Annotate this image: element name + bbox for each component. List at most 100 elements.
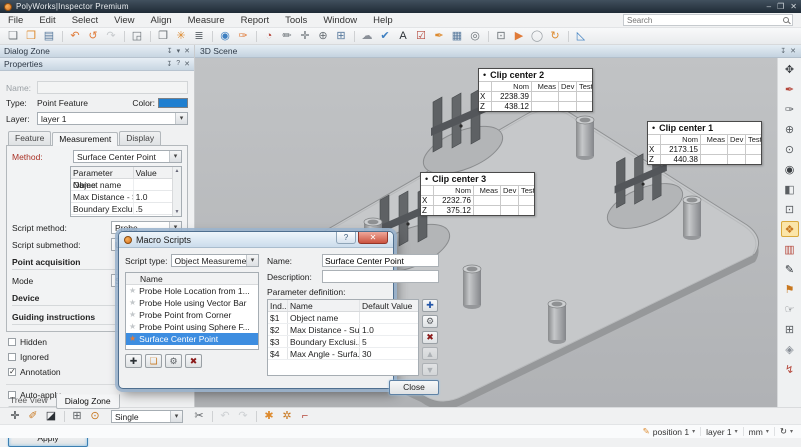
script-probe-hole-location[interactable]: Probe Hole Location from 1...: [126, 285, 258, 297]
run-update-button[interactable]: ↻: [546, 29, 564, 44]
constellation-button[interactable]: ✲: [278, 409, 296, 424]
digital-readout-button[interactable]: ≣: [190, 29, 208, 44]
refresh-button[interactable]: ↻ ▾: [780, 426, 793, 437]
menu-item[interactable]: Tools: [277, 15, 315, 26]
hose-tool-button[interactable]: ↯: [781, 361, 799, 377]
menu-item[interactable]: Measure: [180, 15, 233, 26]
undo-button[interactable]: ↶: [66, 29, 84, 44]
minimize-button[interactable]: –: [767, 3, 771, 11]
edit-parameter-button[interactable]: ⚙: [422, 315, 438, 328]
point-cloud-button[interactable]: ☁: [358, 29, 376, 44]
position-selector[interactable]: ✎ position 1▾: [643, 426, 696, 437]
pin-icon[interactable]: ↧: [166, 60, 172, 68]
text-label-button[interactable]: A: [394, 29, 412, 44]
save-project-button[interactable]: ▤: [40, 29, 58, 44]
flag-button[interactable]: ⚑: [781, 281, 799, 297]
menu-item[interactable]: Select: [64, 15, 106, 26]
anchor-point-button[interactable]: ✛: [296, 29, 314, 44]
fit-measure-button[interactable]: ✔: [376, 29, 394, 44]
report-window-button[interactable]: ⊡: [492, 29, 510, 44]
camera-button[interactable]: ◎: [466, 29, 484, 44]
chevron-down-icon[interactable]: ▾: [177, 47, 181, 55]
menu-item[interactable]: Align: [143, 15, 180, 26]
probe-align-button[interactable]: ✒: [781, 81, 799, 97]
dialog-close-button[interactable]: Close: [389, 380, 439, 395]
menu-item[interactable]: Report: [233, 15, 278, 26]
insert-table-button[interactable]: ⊞: [332, 29, 350, 44]
table-view-button[interactable]: ▦: [448, 29, 466, 44]
search-icon[interactable]: [783, 17, 789, 23]
Object name[interactable]: Object name: [71, 179, 172, 191]
checkbox[interactable]: [8, 353, 16, 361]
compare-button[interactable]: ◈: [781, 341, 799, 357]
window-layout-button[interactable]: ⊞: [781, 321, 799, 337]
import-button[interactable]: ❐: [154, 29, 172, 44]
description-field[interactable]: [322, 270, 439, 283]
parameter-row[interactable]: $3Boundary Exclusi...5: [268, 336, 418, 348]
dialog-close-icon[interactable]: ✕: [358, 232, 388, 244]
script-probe-point-corner[interactable]: Probe Point from Corner: [126, 309, 258, 321]
snapshot-options-button[interactable]: ◲: [128, 29, 146, 44]
new-project-button[interactable]: ❏: [4, 29, 22, 44]
undo-list-button[interactable]: ↺: [84, 29, 102, 44]
add-parameter-button[interactable]: ✚: [422, 299, 438, 312]
dialog-title-bar[interactable]: Macro Scripts ? ✕: [119, 232, 393, 248]
script-type-dropdown[interactable]: Object Measuremen: [171, 254, 259, 267]
tab-tree-view[interactable]: Tree View: [2, 394, 56, 409]
Boundary Exclusi...[interactable]: Boundary Exclusi....5: [71, 203, 172, 215]
layer-selector[interactable]: layer 1▾: [706, 427, 738, 437]
script-probe-point-sphere[interactable]: Probe Point using Sphere F...: [126, 321, 258, 333]
help-icon[interactable]: ?: [176, 60, 180, 68]
tab-dialog-zone[interactable]: Dialog Zone: [56, 394, 120, 409]
align-axes-button[interactable]: ✳: [172, 29, 190, 44]
targets-button[interactable]: ✱: [260, 409, 278, 424]
color-swatch[interactable]: [158, 98, 188, 108]
tab-measurement[interactable]: Measurement: [52, 132, 118, 146]
parameter-row[interactable]: $1Object name: [268, 312, 418, 324]
probe-pen-button[interactable]: ✒: [430, 29, 448, 44]
chart-button[interactable]: ◺: [572, 29, 590, 44]
caliper-button[interactable]: ✂: [190, 409, 208, 424]
pick-hand-button[interactable]: ☞: [781, 301, 799, 317]
edit-script-button[interactable]: ⚙: [165, 354, 182, 368]
close-icon[interactable]: ✕: [184, 60, 190, 68]
script-name-field[interactable]: [322, 254, 439, 267]
close-button[interactable]: ✕: [790, 3, 797, 11]
checklist-button[interactable]: ☑: [412, 29, 430, 44]
menu-item[interactable]: View: [106, 15, 142, 26]
close-icon[interactable]: ✕: [184, 47, 190, 55]
menu-item[interactable]: Edit: [31, 15, 63, 26]
visibility-button[interactable]: ◉: [781, 161, 799, 177]
zoom-tool-button[interactable]: ⊕: [314, 29, 332, 44]
annotations-toggle-button[interactable]: ❖: [781, 221, 799, 237]
brush-select-button[interactable]: ✏: [278, 29, 296, 44]
projector-button[interactable]: ⊙: [86, 409, 104, 424]
table-scrollbar[interactable]: ▲▼: [172, 167, 181, 216]
menu-item[interactable]: File: [0, 15, 31, 26]
probing-mode-dropdown[interactable]: Single: [111, 410, 183, 423]
pin-icon[interactable]: ↧: [780, 47, 786, 55]
tab-feature[interactable]: Feature: [8, 131, 51, 145]
zoom-in-button[interactable]: ⊕: [781, 121, 799, 137]
robot-arm-button[interactable]: ⌐: [296, 409, 314, 424]
tab-display[interactable]: Display: [119, 131, 161, 145]
delete-parameter-button[interactable]: ✖: [422, 331, 438, 344]
delete-script-button[interactable]: ✖: [185, 354, 202, 368]
object-display-button[interactable]: ◧: [781, 181, 799, 197]
probe-button[interactable]: ✑: [234, 29, 252, 44]
checkbox[interactable]: [8, 338, 16, 346]
annotation-clip-center-2[interactable]: •Clip center 2NomMeasDevTestX2238.39Z438…: [478, 68, 593, 112]
layer-dropdown[interactable]: layer 1: [37, 112, 188, 125]
scan-spray-button[interactable]: ✐: [24, 409, 42, 424]
checkbox[interactable]: [8, 368, 16, 376]
sequence-button[interactable]: ◪: [42, 409, 60, 424]
gauge-button[interactable]: ◔: [260, 29, 278, 44]
maximize-button[interactable]: ❐: [777, 3, 784, 11]
menu-item[interactable]: Help: [365, 15, 401, 26]
probe-mode-button[interactable]: ✛: [6, 409, 24, 424]
script-surface-center-point[interactable]: Surface Center Point: [126, 333, 258, 345]
annotation-clip-center-3[interactable]: •Clip center 3NomMeasDevTestX2232.76Z375…: [420, 172, 535, 216]
color-map-button[interactable]: ◉: [216, 29, 234, 44]
duplicate-script-button[interactable]: ❏: [145, 354, 162, 368]
zoom-dynamic-button[interactable]: ⊙: [781, 141, 799, 157]
